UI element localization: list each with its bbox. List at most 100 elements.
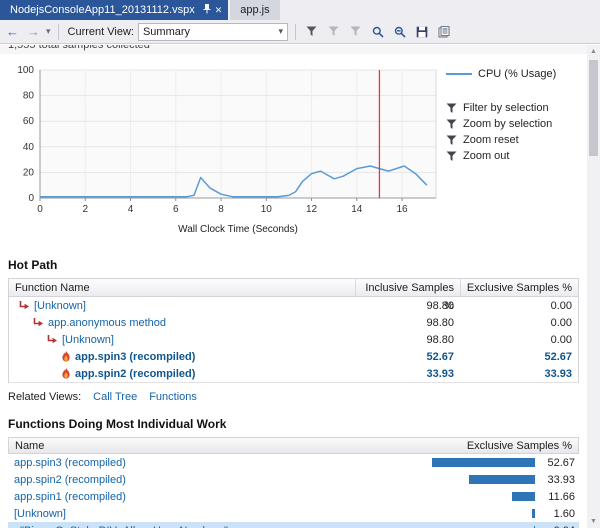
chevron-down-icon: ▾ xyxy=(278,26,283,37)
related-views: Related Views: Call Tree Functions xyxy=(8,391,587,403)
table-row[interactable]: [Unknown]98.800.00 xyxy=(9,331,578,348)
svg-text:8: 8 xyxy=(218,204,224,215)
hot-path-title: Hot Path xyxy=(8,258,587,272)
inclusive-samples-value: 52.67 xyxy=(355,351,460,363)
table-row[interactable]: app.anonymous method98.800.00 xyxy=(9,314,578,331)
samples-bar xyxy=(469,475,535,484)
function-name-link[interactable]: [Unknown] xyxy=(14,508,66,520)
tab-performance-report[interactable]: NodejsConsoleApp11_20131112.vspx ✕ xyxy=(0,0,228,20)
exclusive-samples-value: 33.93 xyxy=(537,474,579,486)
save-icon[interactable] xyxy=(413,23,431,41)
svg-text:60: 60 xyxy=(23,116,35,127)
export-icon[interactable] xyxy=(435,23,453,41)
column-header-exclusive-samples[interactable]: Exclusive Samples % xyxy=(467,440,578,452)
function-name-link[interactable]: app.spin1 (recompiled) xyxy=(14,491,126,503)
function-name-link[interactable]: app.spin2 (recompiled) xyxy=(75,368,195,380)
clear-filter-icon[interactable] xyxy=(325,23,343,41)
legend-line-swatch xyxy=(446,73,472,75)
function-name-link[interactable]: app.spin2 (recompiled) xyxy=(14,474,126,486)
cpu-chart[interactable]: 0204060801000246810121416Wall Clock Time… xyxy=(0,58,446,244)
related-view-link-functions[interactable]: Functions xyxy=(149,391,197,403)
svg-text:2: 2 xyxy=(82,204,88,215)
svg-text:10: 10 xyxy=(261,204,273,215)
scrollbar-thumb[interactable] xyxy=(589,60,598,156)
show-filter-icon[interactable] xyxy=(347,23,365,41)
svg-text:0: 0 xyxy=(37,204,43,215)
close-icon[interactable]: ✕ xyxy=(215,5,223,15)
function-name-link[interactable]: [Unknown] xyxy=(62,334,114,346)
svg-text:12: 12 xyxy=(306,204,318,215)
table-row[interactable]: [Unknown]98.800.00 xyxy=(9,297,578,314)
svg-text:14: 14 xyxy=(351,204,363,215)
exclusive-samples-value: 1.60 xyxy=(537,508,579,520)
view-selector[interactable]: Summary ▾ xyxy=(138,23,288,41)
table-row[interactable]: app.spin2 (recompiled)33.9333.93 xyxy=(9,365,578,382)
exclusive-samples-value: 52.67 xyxy=(460,351,578,363)
pin-icon[interactable] xyxy=(203,4,211,16)
individual-work-rows: app.spin3 (recompiled) 52.67 app.spin2 (re… xyxy=(8,454,579,528)
samples-collected-text: 1,555 total samples collected xyxy=(8,45,150,51)
chart-actions: Filter by selection Zoom by selection Zoom… xyxy=(446,102,582,162)
svg-text:40: 40 xyxy=(23,142,35,153)
profiler-window: NodejsConsoleApp11_20131112.vspx ✕ app.j… xyxy=(0,0,600,44)
function-name-link[interactable]: [Unknown] xyxy=(34,300,86,312)
samples-collected-line: 1,555 total samples collected xyxy=(0,45,587,54)
chart-action-zoom-out[interactable]: Zoom out xyxy=(446,150,582,162)
tab-label: NodejsConsoleApp11_20131112.vspx xyxy=(6,4,199,16)
table-row[interactable]: .."BinaryOpStub_DIV_Alloc_HeapNumbers"0.… xyxy=(8,522,579,528)
chart-action-label: Zoom reset xyxy=(463,134,519,146)
column-header-function-name[interactable]: Function Name xyxy=(9,282,355,294)
chart-action-zoom-reset[interactable]: Zoom reset xyxy=(446,134,582,146)
samples-bar-zone xyxy=(325,492,537,501)
tab-label: app.js xyxy=(236,4,273,16)
scroll-down-icon[interactable]: ▼ xyxy=(587,515,600,528)
view-selector-value: Summary xyxy=(143,26,278,38)
column-header-exclusive[interactable]: Exclusive Samples % xyxy=(460,279,578,296)
table-row[interactable]: app.spin1 (recompiled) 11.66 xyxy=(8,488,579,505)
individual-work-title: Functions Doing Most Individual Work xyxy=(8,417,587,431)
svg-text:Wall Clock Time (Seconds): Wall Clock Time (Seconds) xyxy=(178,224,298,235)
legend-label: CPU (% Usage) xyxy=(478,68,556,80)
column-header-name[interactable]: Name xyxy=(9,440,467,452)
related-view-link-call-tree[interactable]: Call Tree xyxy=(93,391,137,403)
forward-button[interactable]: → xyxy=(25,24,42,39)
toolbar-separator xyxy=(58,24,59,40)
chart-legend: CPU (% Usage) xyxy=(446,68,582,80)
hot-path-rows: [Unknown]98.800.00app.anonymous method98… xyxy=(9,297,578,383)
chart-action-filter-by-selection[interactable]: Filter by selection xyxy=(446,102,582,114)
chart-action-zoom-by-selection[interactable]: Zoom by selection xyxy=(446,118,582,130)
table-row[interactable]: app.spin3 (recompiled) 52.67 xyxy=(8,454,579,471)
chart-action-label: Filter by selection xyxy=(463,102,549,114)
scroll-up-icon[interactable]: ▲ xyxy=(587,45,600,58)
related-views-label: Related Views: xyxy=(8,391,81,403)
exclusive-samples-value: 11.66 xyxy=(537,491,579,503)
zoom-out-toolbar-icon[interactable] xyxy=(391,23,409,41)
current-view-label: Current View: xyxy=(68,26,134,38)
table-row[interactable]: app.spin3 (recompiled) 52.6752.67 xyxy=(9,348,578,365)
column-header-inclusive[interactable]: Inclusive Samples % xyxy=(355,279,460,296)
inclusive-samples-value: 33.93 xyxy=(355,368,460,380)
flame-icon xyxy=(61,351,71,362)
exclusive-samples-value: 52.67 xyxy=(537,457,579,469)
hot-path-arrow-icon xyxy=(47,335,58,345)
svg-text:20: 20 xyxy=(23,167,35,178)
vertical-scrollbar[interactable]: ▲ ▼ xyxy=(587,45,600,528)
tab-appjs[interactable]: app.js xyxy=(230,0,279,20)
filter-icon[interactable] xyxy=(303,23,321,41)
back-button[interactable]: ← xyxy=(4,24,21,39)
zoom-by-selection-icon xyxy=(446,119,457,130)
inclusive-samples-value: 98.80 xyxy=(355,317,460,329)
hot-path-arrow-icon xyxy=(33,318,44,328)
samples-bar xyxy=(432,458,535,467)
function-name-link[interactable]: app.anonymous method xyxy=(48,317,166,329)
function-name-link[interactable]: .."BinaryOpStub_DIV_Alloc_HeapNumbers" xyxy=(14,525,228,528)
function-name-link[interactable]: app.spin3 (recompiled) xyxy=(75,351,195,363)
function-name-link[interactable]: app.spin3 (recompiled) xyxy=(14,457,126,469)
zoom-in-icon[interactable] xyxy=(369,23,387,41)
inclusive-samples-value: 98.80 xyxy=(355,300,460,312)
samples-bar xyxy=(532,509,535,518)
inclusive-samples-value: 98.80 xyxy=(355,334,460,346)
table-row[interactable]: app.spin2 (recompiled) 33.93 xyxy=(8,471,579,488)
table-row[interactable]: [Unknown] 1.60 xyxy=(8,505,579,522)
nav-history-chevron-icon[interactable]: ▾ xyxy=(46,26,51,37)
